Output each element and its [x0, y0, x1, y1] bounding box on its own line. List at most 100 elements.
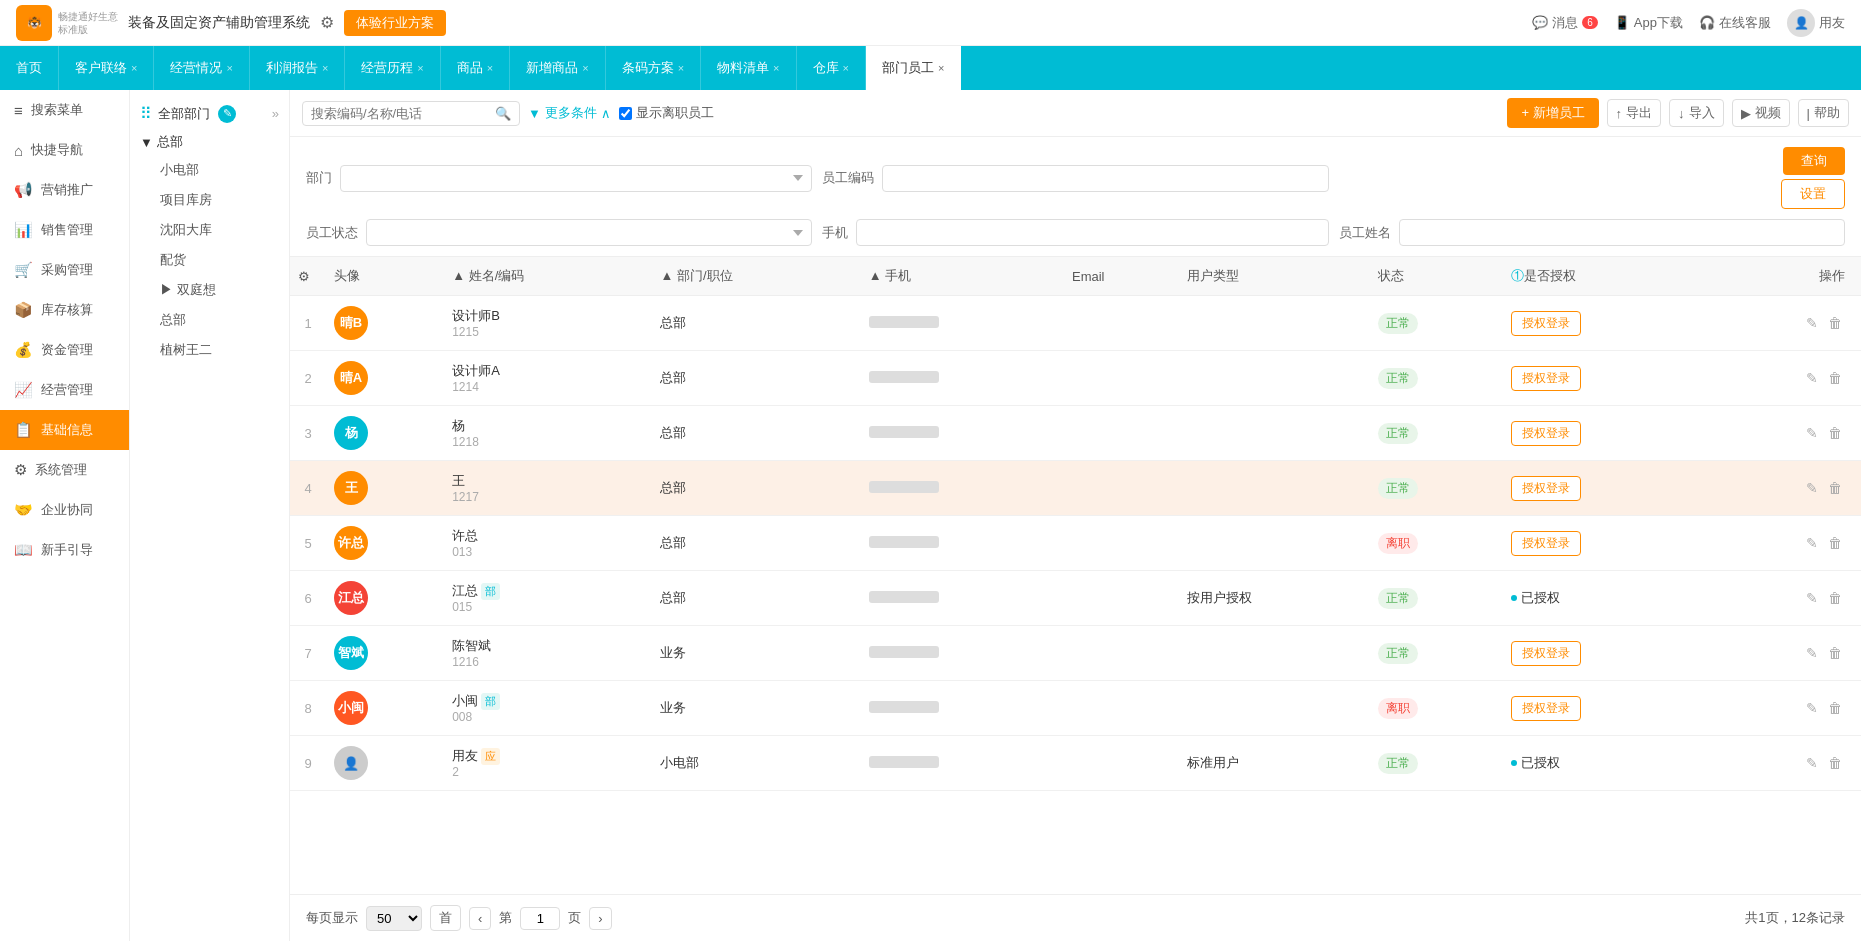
- empname-filter-input[interactable]: [1399, 219, 1845, 246]
- sidebar-item-search[interactable]: ≡ 搜索菜单: [0, 90, 129, 130]
- add-employee-button[interactable]: + 新增员工: [1507, 98, 1598, 128]
- edit-button[interactable]: ✎: [1806, 370, 1818, 386]
- delete-button[interactable]: 🗑: [1828, 590, 1842, 606]
- app-download-button[interactable]: 📱 App下载: [1614, 14, 1683, 32]
- next-page-button[interactable]: ›: [589, 907, 611, 930]
- dept-item-project[interactable]: 项目库房: [130, 185, 289, 215]
- close-icon[interactable]: ×: [226, 62, 232, 74]
- dept-collapse-button[interactable]: »: [272, 106, 279, 121]
- export-button[interactable]: ↑ 导出: [1607, 99, 1662, 127]
- sidebar-item-guide[interactable]: 📖 新手引导: [0, 530, 129, 570]
- dept-item-zongbu[interactable]: 总部: [130, 305, 289, 335]
- delete-button[interactable]: 🗑: [1828, 535, 1842, 551]
- close-icon[interactable]: ×: [322, 62, 328, 74]
- tab-product[interactable]: 商品 ×: [441, 46, 510, 90]
- first-page-button[interactable]: 首: [430, 905, 461, 931]
- dept-edit-icon[interactable]: ✎: [218, 105, 236, 123]
- close-icon[interactable]: ×: [417, 62, 423, 74]
- search-input[interactable]: [311, 106, 491, 121]
- sidebar-item-label: 销售管理: [41, 221, 93, 239]
- filter-button[interactable]: ▼ 更多条件 ∧: [528, 104, 611, 122]
- authorize-button[interactable]: 授权登录: [1511, 531, 1581, 556]
- search-icon[interactable]: 🔍: [495, 106, 511, 121]
- close-icon[interactable]: ×: [487, 62, 493, 74]
- delete-button[interactable]: 🗑: [1828, 755, 1842, 771]
- empstatus-filter-select[interactable]: [366, 219, 812, 246]
- sidebar-item-system[interactable]: ⚙ 系统管理: [0, 450, 129, 490]
- prev-page-button[interactable]: ‹: [469, 907, 491, 930]
- sidebar-item-finance[interactable]: 💰 资金管理: [0, 330, 129, 370]
- edit-button[interactable]: ✎: [1806, 315, 1818, 331]
- set-button[interactable]: 设置: [1781, 179, 1845, 209]
- message-button[interactable]: 💬 消息 6: [1532, 14, 1598, 32]
- service-button[interactable]: 🎧 在线客服: [1699, 14, 1771, 32]
- close-icon[interactable]: ×: [678, 62, 684, 74]
- edit-button[interactable]: ✎: [1806, 590, 1818, 606]
- delete-button[interactable]: 🗑: [1828, 370, 1842, 386]
- resign-checkbox[interactable]: [619, 107, 632, 120]
- tab-employees[interactable]: 部门员工 ×: [866, 46, 961, 90]
- view-button[interactable]: ▶ 视频: [1732, 99, 1790, 127]
- authorize-button[interactable]: 授权登录: [1511, 641, 1581, 666]
- edit-button[interactable]: ✎: [1806, 645, 1818, 661]
- sidebar-item-quicknav[interactable]: ⌂ 快捷导航: [0, 130, 129, 170]
- sidebar-item-purchase[interactable]: 🛒 采购管理: [0, 250, 129, 290]
- authorize-button[interactable]: 授权登录: [1511, 696, 1581, 721]
- close-icon[interactable]: ×: [773, 62, 779, 74]
- sidebar-item-collab[interactable]: 🤝 企业协同: [0, 490, 129, 530]
- gear-icon[interactable]: ⚙: [320, 13, 334, 32]
- edit-button[interactable]: ✎: [1806, 700, 1818, 716]
- dept-item-zhushuwang[interactable]: 植树王二: [130, 335, 289, 365]
- close-icon[interactable]: ×: [582, 62, 588, 74]
- dept-item-shenyang[interactable]: 沈阳大库: [130, 215, 289, 245]
- dept-item-peihuo[interactable]: 配货: [130, 245, 289, 275]
- sidebar-item-marketing[interactable]: 📢 营销推广: [0, 170, 129, 210]
- delete-button[interactable]: 🗑: [1828, 425, 1842, 441]
- help-button[interactable]: | 帮助: [1798, 99, 1849, 127]
- sidebar-item-business[interactable]: 📈 经营管理: [0, 370, 129, 410]
- tab-profit[interactable]: 利润报告 ×: [250, 46, 345, 90]
- dept-filter-select[interactable]: [340, 165, 812, 192]
- empcode-filter-input[interactable]: [882, 165, 1328, 192]
- close-icon[interactable]: ×: [843, 62, 849, 74]
- tab-add-product[interactable]: 新增商品 ×: [510, 46, 605, 90]
- import-button[interactable]: ↓ 导入: [1669, 99, 1724, 127]
- sidebar-item-basic[interactable]: 📋 基础信息: [0, 410, 129, 450]
- edit-button[interactable]: ✎: [1806, 425, 1818, 441]
- employee-code: 1218: [452, 435, 644, 449]
- user-area[interactable]: 👤 用友: [1787, 9, 1845, 37]
- delete-button[interactable]: 🗑: [1828, 645, 1842, 661]
- delete-button[interactable]: 🗑: [1828, 480, 1842, 496]
- settings-icon[interactable]: ⚙: [298, 269, 310, 284]
- close-icon[interactable]: ×: [131, 62, 137, 74]
- phone-filter-input[interactable]: [856, 219, 1328, 246]
- tab-history[interactable]: 经营历程 ×: [345, 46, 440, 90]
- dept-item-xiaodian[interactable]: 小电部: [130, 155, 289, 185]
- close-icon[interactable]: ×: [938, 62, 944, 74]
- authorize-button[interactable]: 授权登录: [1511, 366, 1581, 391]
- authorize-button[interactable]: 授权登录: [1511, 421, 1581, 446]
- delete-button[interactable]: 🗑: [1828, 315, 1842, 331]
- cell-name: 杨 1218: [444, 406, 652, 461]
- tab-home[interactable]: 首页: [0, 46, 59, 90]
- tab-warehouse[interactable]: 仓库 ×: [797, 46, 866, 90]
- tab-bom[interactable]: 物料清单 ×: [701, 46, 796, 90]
- tab-customer[interactable]: 客户联络 ×: [59, 46, 154, 90]
- trial-button[interactable]: 体验行业方案: [344, 10, 446, 36]
- show-resign-checkbox[interactable]: 显示离职员工: [619, 104, 714, 122]
- dept-item-shuangtingxiang[interactable]: ▶ 双庭想: [130, 275, 289, 305]
- edit-button[interactable]: ✎: [1806, 755, 1818, 771]
- tab-barcode[interactable]: 条码方案 ×: [606, 46, 701, 90]
- sidebar-item-inventory[interactable]: 📦 库存核算: [0, 290, 129, 330]
- tab-operation[interactable]: 经营情况 ×: [154, 46, 249, 90]
- edit-button[interactable]: ✎: [1806, 480, 1818, 496]
- dept-group-title[interactable]: ▼ 总部: [140, 133, 279, 151]
- authorize-button[interactable]: 授权登录: [1511, 476, 1581, 501]
- page-input[interactable]: [520, 907, 560, 930]
- edit-button[interactable]: ✎: [1806, 535, 1818, 551]
- delete-button[interactable]: 🗑: [1828, 700, 1842, 716]
- sidebar-item-sales[interactable]: 📊 销售管理: [0, 210, 129, 250]
- per-page-select[interactable]: 50 20 100: [366, 906, 422, 931]
- authorize-button[interactable]: 授权登录: [1511, 311, 1581, 336]
- query-button[interactable]: 查询: [1783, 147, 1845, 175]
